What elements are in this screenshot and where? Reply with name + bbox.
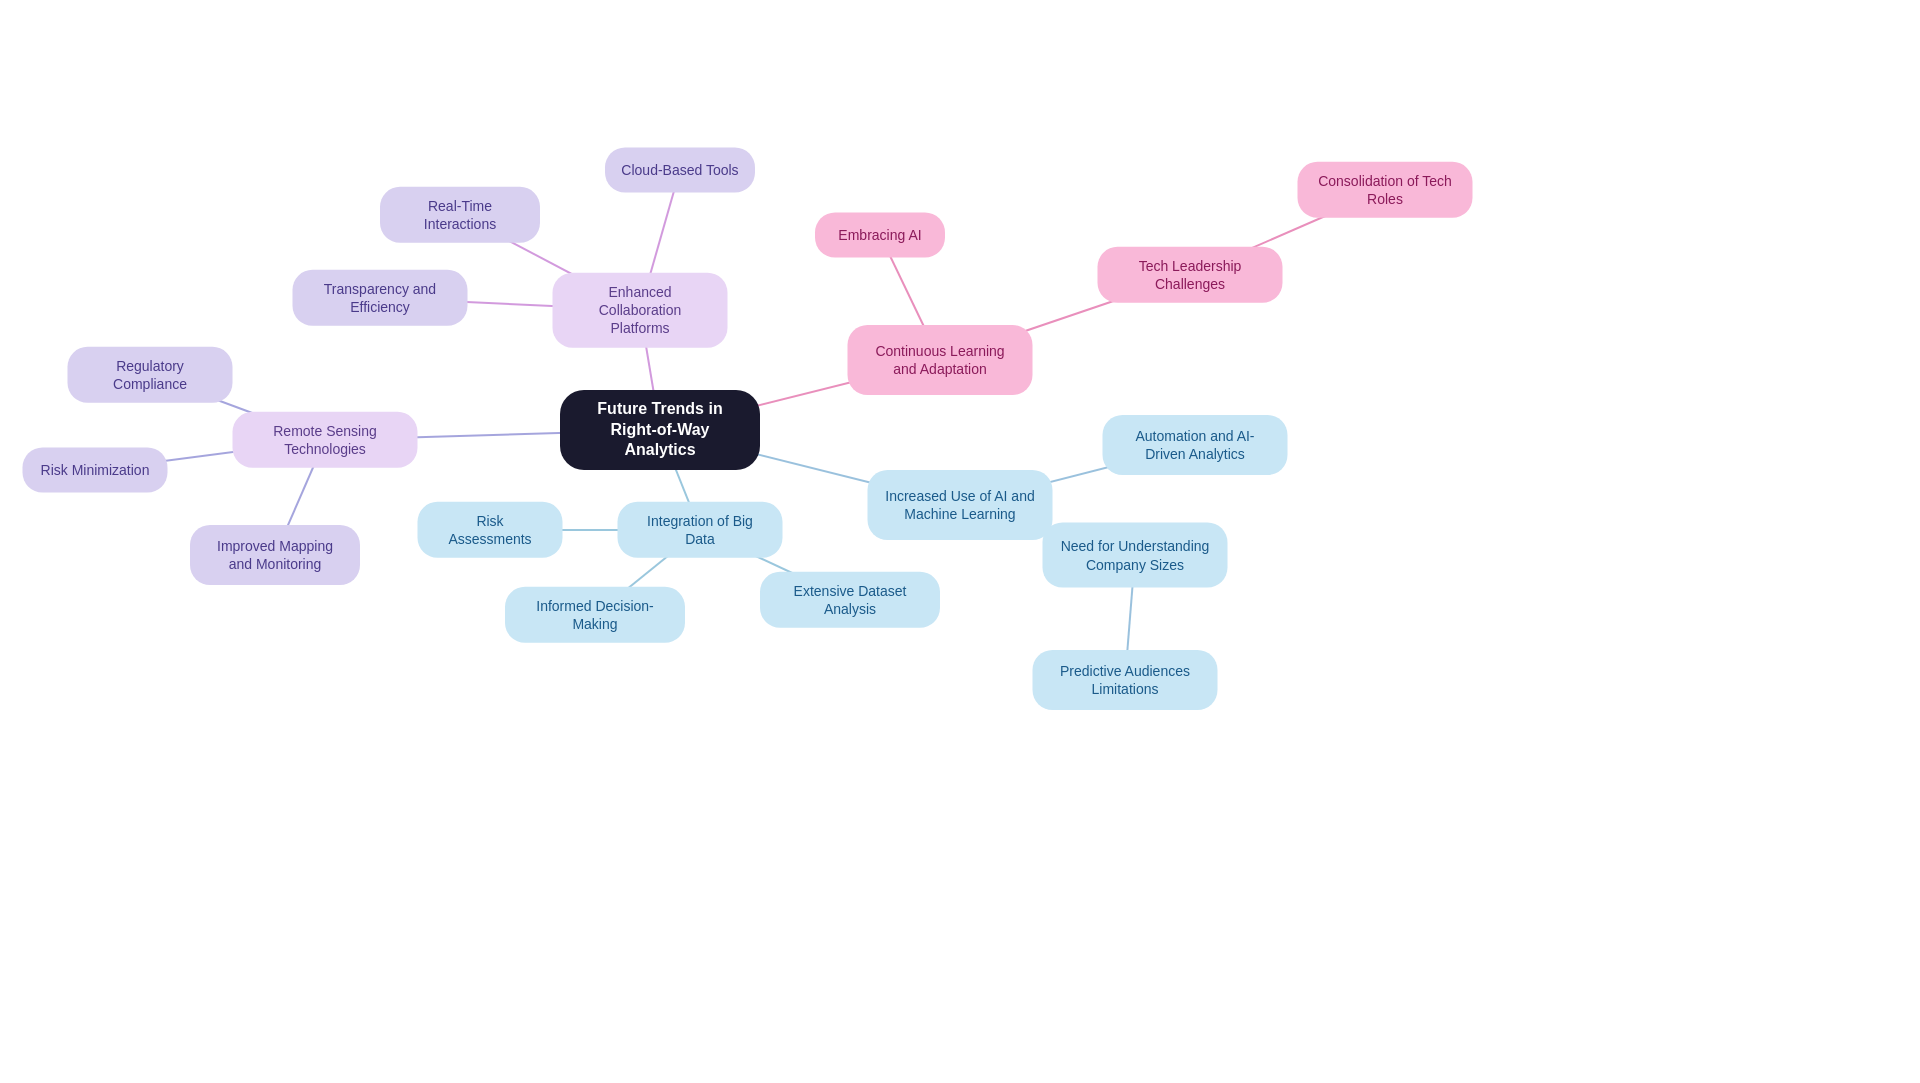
node-embracing-ai[interactable]: Embracing AI [815, 213, 945, 258]
mindmap-container: Future Trends in Right-of-Way Analytics E… [0, 0, 1920, 1083]
node-enhanced-collab[interactable]: Enhanced Collaboration Platforms [553, 273, 728, 348]
node-automation[interactable]: Automation and AI-Driven Analytics [1103, 415, 1288, 475]
node-transparency[interactable]: Transparency and Efficiency [293, 270, 468, 326]
node-extensive-dataset[interactable]: Extensive Dataset Analysis [760, 572, 940, 628]
node-predictive-audiences[interactable]: Predictive Audiences Limitations [1033, 650, 1218, 710]
node-real-time[interactable]: Real-Time Interactions [380, 187, 540, 243]
node-remote-sensing[interactable]: Remote Sensing Technologies [233, 412, 418, 468]
node-cloud-based[interactable]: Cloud-Based Tools [605, 148, 755, 193]
node-need-company-sizes[interactable]: Need for Understanding Company Sizes [1043, 523, 1228, 588]
node-improved-mapping[interactable]: Improved Mapping and Monitoring [190, 525, 360, 585]
node-increased-ai[interactable]: Increased Use of AI and Machine Learning [868, 470, 1053, 540]
node-tech-leadership[interactable]: Tech Leadership Challenges [1098, 247, 1283, 303]
node-integration-bigdata[interactable]: Integration of Big Data [618, 502, 783, 558]
node-continuous-learning[interactable]: Continuous Learning and Adaptation [848, 325, 1033, 395]
node-center[interactable]: Future Trends in Right-of-Way Analytics [560, 390, 760, 470]
node-consolidation[interactable]: Consolidation of Tech Roles [1298, 162, 1473, 218]
node-informed-decision[interactable]: Informed Decision-Making [505, 587, 685, 643]
node-regulatory[interactable]: Regulatory Compliance [68, 347, 233, 403]
node-risk-min[interactable]: Risk Minimization [23, 448, 168, 493]
node-risk-assess[interactable]: Risk Assessments [418, 502, 563, 558]
